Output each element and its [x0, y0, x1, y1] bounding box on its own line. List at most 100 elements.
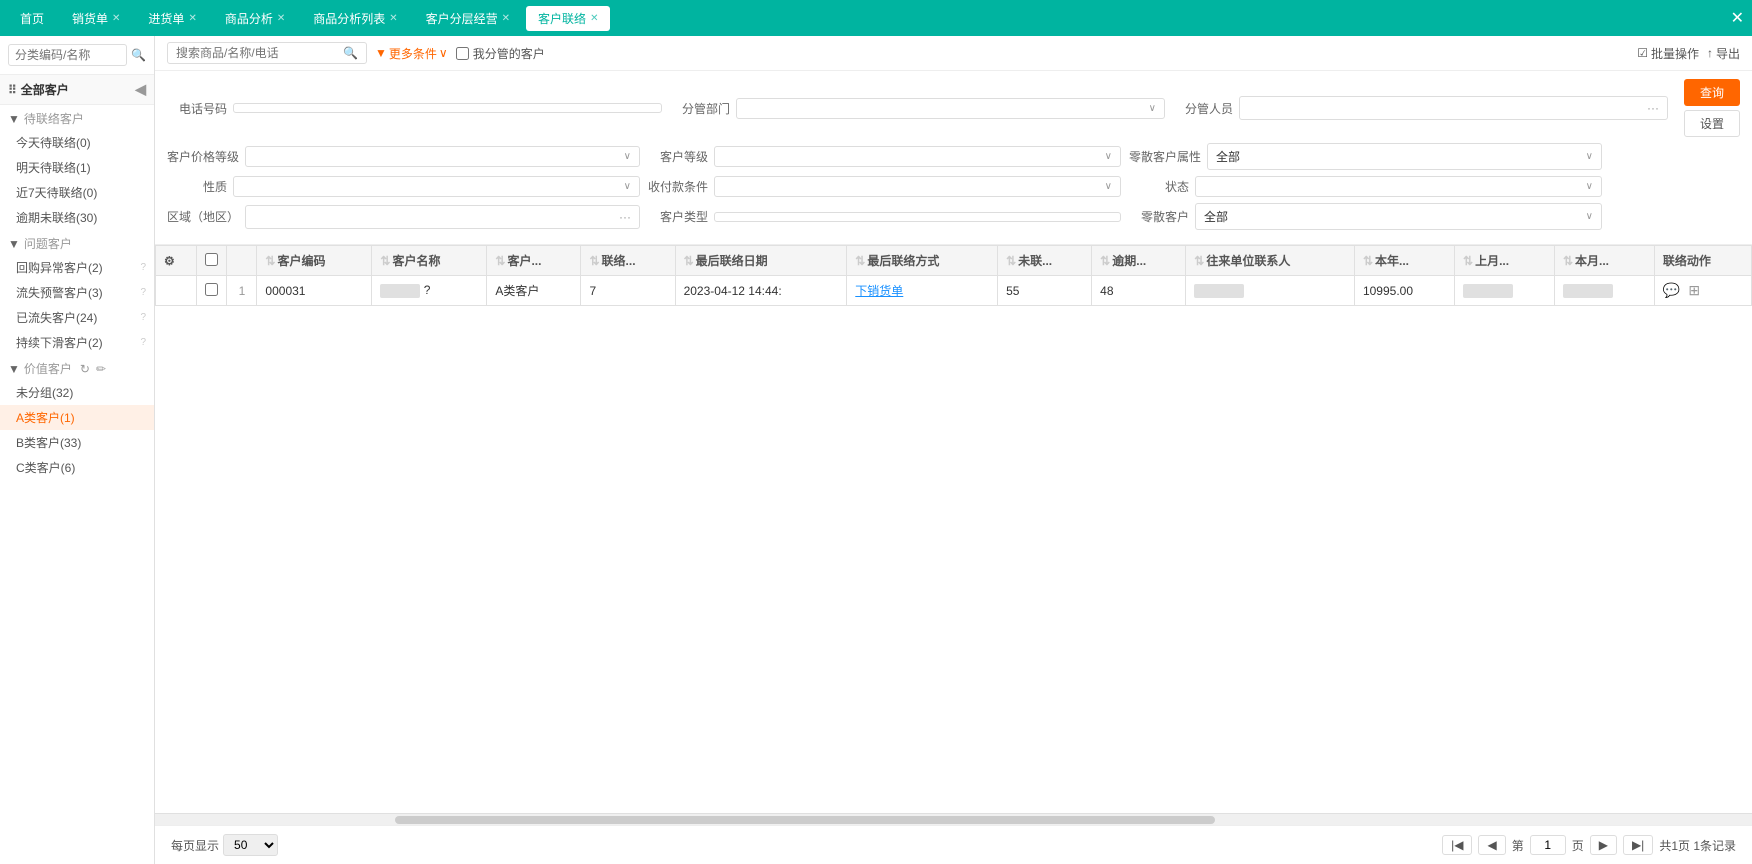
last-contact-date-col-header[interactable]: ⇅最后联络日期 [675, 246, 847, 276]
nav-home[interactable]: 首页 [8, 6, 56, 31]
chevron-down-icon: ∨ [624, 181, 631, 192]
name-col-header[interactable]: ⇅客户名称 [372, 246, 487, 276]
sidebar-item-7days[interactable]: 近7天待联络(0) [0, 180, 154, 205]
more-icon[interactable]: ··· [619, 210, 631, 224]
nav-customer-contact[interactable]: 客户联络 ✕ [526, 6, 610, 31]
sidebar-item-churn-warning[interactable]: 流失预警客户(3) ? [0, 280, 154, 305]
search-icon[interactable]: 🔍 [343, 46, 358, 60]
payment-select[interactable]: ∨ [714, 176, 1121, 197]
sidebar-item-unclassified[interactable]: 未分组(32) [0, 380, 154, 405]
value-group-title: ▼ 价值客户 ↻ ✏ [0, 355, 154, 380]
settings-button[interactable]: 设置 [1684, 110, 1740, 137]
prev-page-button[interactable]: ◀ [1478, 835, 1505, 855]
row-code-cell: 000031 [257, 276, 372, 306]
my-customers-checkbox[interactable] [456, 47, 469, 60]
scrollbar-thumb[interactable] [395, 816, 1215, 824]
last-contact-method-col-header[interactable]: ⇅最后联络方式 [847, 246, 998, 276]
close-icon[interactable]: ✕ [112, 13, 120, 24]
collapse-icon[interactable]: ◀ [135, 81, 146, 98]
this-month-col-header[interactable]: ⇅本月... [1554, 246, 1654, 276]
sidebar-item-class-b[interactable]: B类客户(33) [0, 430, 154, 455]
settings-col-header[interactable]: ⚙ [156, 246, 197, 276]
close-icon[interactable]: ✕ [277, 13, 285, 24]
all-customers-header[interactable]: ⠿ 全部客户 ◀ [0, 75, 154, 105]
this-year-col-header[interactable]: ⇅本年... [1354, 246, 1454, 276]
close-all-button[interactable]: ✕ [1731, 8, 1744, 28]
per-page-select[interactable]: 50 100 [223, 834, 278, 856]
last-month-col-header[interactable]: ⇅上月... [1455, 246, 1555, 276]
more-conditions-button[interactable]: ▼ 更多条件 ∨ [375, 45, 448, 62]
more-icon[interactable]: ··· [1647, 101, 1659, 115]
help-icon[interactable]: ? [140, 337, 146, 348]
search-input[interactable] [176, 46, 339, 60]
batch-ops-button[interactable]: ☑ 批量操作 [1637, 45, 1699, 62]
unit-contact-col-header[interactable]: ⇅往来单位联系人 [1186, 246, 1355, 276]
message-icon[interactable]: 💬 [1663, 282, 1680, 299]
pagination-nav: |◀ ◀ 第 页 ▶ ▶| 共1页 1条记录 [1442, 835, 1736, 855]
retail-attr-select[interactable]: 全部 ∨ [1207, 143, 1602, 170]
close-icon[interactable]: ✕ [389, 13, 397, 24]
close-icon[interactable]: ✕ [188, 13, 196, 24]
edit-icon[interactable]: ✏ [96, 362, 106, 376]
retail-customer-select[interactable]: 全部 ∨ [1195, 203, 1602, 230]
overdue-col-header[interactable]: ⇅逾期... [1092, 246, 1186, 276]
manager-input[interactable]: ··· [1239, 96, 1668, 120]
no-contact-col-header[interactable]: ⇅未联... [998, 246, 1092, 276]
first-page-button[interactable]: |◀ [1442, 835, 1472, 855]
level-col-header[interactable]: ⇅客户... [487, 246, 581, 276]
sidebar-item-class-a[interactable]: A类客户(1) [0, 405, 154, 430]
help-icon[interactable]: ? [140, 262, 146, 273]
customer-type-input[interactable] [714, 212, 1121, 222]
last-contact-method-link[interactable]: 下销货单 [855, 284, 903, 298]
filter-dept: 分管部门 ∨ [670, 98, 1165, 119]
sidebar-item-overdue[interactable]: 逾期未联络(30) [0, 205, 154, 230]
checkbox-col-header [197, 246, 227, 276]
code-col-header[interactable]: ⇅客户编码 [257, 246, 372, 276]
sidebar-item-today[interactable]: 今天待联络(0) [0, 130, 154, 155]
help-icon[interactable]: ? [140, 312, 146, 323]
filter-status: 状态 ∨ [1129, 176, 1602, 197]
export-icon: ↑ [1707, 46, 1713, 60]
status-select[interactable]: ∨ [1195, 176, 1602, 197]
help-icon[interactable]: ? [140, 287, 146, 298]
region-input[interactable]: ··· [245, 205, 640, 229]
search-icon[interactable]: 🔍 [131, 48, 146, 62]
sidebar-search-input[interactable] [8, 44, 127, 66]
nav-product-analysis[interactable]: 商品分析 ✕ [213, 6, 297, 31]
sidebar-item-churned[interactable]: 已流失客户(24) ? [0, 305, 154, 330]
data-table-container: ⚙ ⇅客户编码 ⇅客户名称 ⇅客户... ⇅联络... ⇅最后联络日期 ⇅最后联… [155, 245, 1752, 813]
nav-sales[interactable]: 销货单 ✕ [60, 6, 132, 31]
sidebar-item-declining[interactable]: 持续下滑客户(2) ? [0, 330, 154, 355]
nav-product-analysis-list[interactable]: 商品分析列表 ✕ [301, 6, 409, 31]
filter-row-1: 电话号码 分管部门 ∨ 分管人员 ··· 查询 设置 [167, 79, 1740, 137]
filter-row-3: 性质 ∨ 收付款条件 ∨ 状态 ∨ [167, 176, 1740, 197]
horizontal-scrollbar[interactable] [155, 813, 1752, 825]
nav-purchase[interactable]: 进货单 ✕ [136, 6, 208, 31]
sidebar-item-repurchase[interactable]: 回购异常客户(2) ? [0, 255, 154, 280]
nav-customer-segment[interactable]: 客户分层经营 ✕ [414, 6, 522, 31]
next-page-button[interactable]: ▶ [1590, 835, 1617, 855]
chevron-down-icon: ∨ [439, 46, 448, 60]
qr-icon[interactable]: ⊞ [1688, 282, 1700, 299]
nature-select[interactable]: ∨ [233, 176, 640, 197]
sidebar-item-tomorrow[interactable]: 明天待联络(1) [0, 155, 154, 180]
customer-level-select[interactable]: ∨ [714, 146, 1121, 167]
sidebar-item-class-c[interactable]: C类客户(6) [0, 455, 154, 480]
chevron-down-icon: ∨ [1586, 151, 1593, 162]
price-level-select[interactable]: ∨ [245, 146, 640, 167]
arrow-icon: ▼ [8, 112, 20, 126]
query-button[interactable]: 查询 [1684, 79, 1740, 106]
close-icon[interactable]: ✕ [502, 13, 510, 24]
row-this-month-cell [1554, 276, 1654, 306]
row-checkbox[interactable] [205, 283, 218, 296]
filter-region: 区域（地区） ··· [167, 205, 640, 229]
dept-select[interactable]: ∨ [736, 98, 1165, 119]
phone-input[interactable] [233, 103, 662, 113]
last-page-button[interactable]: ▶| [1623, 835, 1653, 855]
contact-col-header[interactable]: ⇅联络... [581, 246, 675, 276]
select-all-checkbox[interactable] [205, 253, 218, 266]
page-input[interactable] [1530, 835, 1566, 855]
close-icon[interactable]: ✕ [590, 13, 598, 24]
refresh-icon[interactable]: ↻ [80, 362, 90, 376]
export-button[interactable]: ↑ 导出 [1707, 45, 1740, 62]
